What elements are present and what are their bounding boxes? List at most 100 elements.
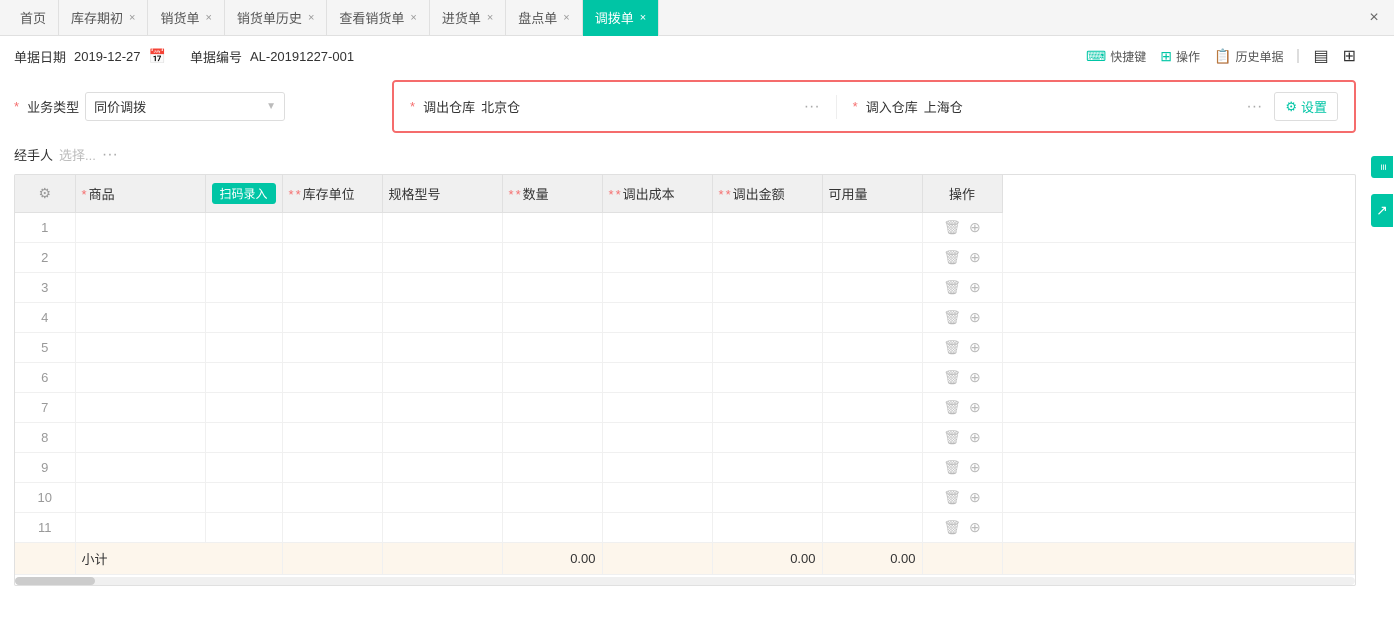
tab-sales-history[interactable]: 销货单历史 × — [225, 0, 327, 36]
form-header: 单据日期 2019-12-27 📅 单据编号 AL-20191227-001 ⌨… — [14, 46, 1356, 66]
tab-view-sales[interactable]: 查看销货单 × — [327, 0, 429, 36]
row-1-product[interactable] — [75, 213, 205, 243]
col-header-spec: 规格型号 — [382, 175, 502, 213]
row-9-copy-icon[interactable]: ⊕ — [969, 459, 981, 476]
row-7-delete-icon[interactable]: 🗑 — [943, 399, 961, 416]
row-1-amount[interactable] — [602, 213, 712, 243]
row-2-ops: 🗑⊕ — [922, 243, 1002, 273]
person-row: 经手人 选择... ··· — [14, 145, 1356, 164]
col-header-settings: ⚙ — [15, 175, 75, 213]
row-3-copy-icon[interactable]: ⊕ — [969, 279, 981, 296]
row-1-extra[interactable] — [822, 213, 922, 243]
scan-input-button[interactable]: 扫码录入 — [212, 183, 276, 204]
tab-sales-order-label: 销货单 — [160, 8, 199, 27]
subtotal-cost: 0.00 — [712, 543, 822, 575]
tab-transfer-label: 调拨单 — [595, 8, 634, 27]
row-7-ops: 🗑⊕ — [922, 393, 1002, 423]
close-all-tabs-button[interactable]: × — [1362, 6, 1386, 30]
person-select[interactable]: 选择... — [59, 145, 96, 164]
warehouse-out-more[interactable]: ··· — [804, 98, 820, 116]
row-1-unit[interactable] — [205, 213, 282, 243]
table-row: 7 🗑⊕ — [15, 393, 1355, 423]
warehouse-in-field: * 调入仓库 上海仓 — [853, 97, 1239, 116]
row-8-copy-icon[interactable]: ⊕ — [969, 429, 981, 446]
scroll-thumb[interactable] — [15, 577, 95, 585]
row-1-spec[interactable] — [282, 213, 382, 243]
person-more[interactable]: ··· — [102, 146, 118, 164]
settings-gear-icon: ⚙ — [1285, 99, 1297, 115]
date-label: 单据日期 — [14, 47, 66, 66]
row-4-delete-icon[interactable]: 🗑 — [943, 309, 961, 326]
row-1-delete-icon[interactable]: 🗑 — [943, 219, 961, 236]
grid-view-icon[interactable]: ▤ — [1313, 46, 1328, 66]
tab-transfer[interactable]: 调拨单 × — [583, 0, 659, 36]
tab-inventory-check[interactable]: 盘点单 × — [506, 0, 582, 36]
person-field: 经手人 选择... ··· — [14, 145, 118, 164]
tab-inventory-check-close[interactable]: × — [563, 12, 569, 24]
row-8-delete-icon[interactable]: 🗑 — [943, 429, 961, 446]
row-num-9: 9 — [15, 453, 75, 483]
settings-button[interactable]: ⚙ 设置 — [1274, 92, 1338, 121]
docnum-value: AL-20191227-001 — [250, 49, 354, 64]
row-1-available[interactable] — [712, 213, 822, 243]
tab-home[interactable]: 首页 — [8, 0, 59, 36]
table-row: 6 🗑⊕ — [15, 363, 1355, 393]
table-row: 3 🗑⊕ — [15, 273, 1355, 303]
row-10-copy-icon[interactable]: ⊕ — [969, 489, 981, 506]
tab-sales-history-close[interactable]: × — [308, 12, 314, 24]
subtotal-amount: 0.00 — [822, 543, 922, 575]
business-type-select[interactable]: 同价调拨 ▼ — [85, 92, 285, 121]
row-1-qty[interactable] — [382, 213, 502, 243]
row-5-copy-icon[interactable]: ⊕ — [969, 339, 981, 356]
history-button[interactable]: 📋 历史单据 — [1214, 48, 1283, 65]
horizontal-scrollbar[interactable] — [15, 577, 1355, 585]
calendar-icon[interactable]: 📅 — [149, 48, 166, 65]
warehouse-in-label: 调入仓库 — [866, 97, 918, 116]
table-body: 1 🗑 ⊕ — [15, 213, 1355, 575]
history-icon: 📋 — [1214, 48, 1231, 65]
tab-view-sales-close[interactable]: × — [410, 12, 416, 24]
row-6-delete-icon[interactable]: 🗑 — [943, 369, 961, 386]
sidebar-note-icon[interactable]: ≡ — [1371, 156, 1393, 178]
warehouse-out-label: 调出仓库 — [423, 97, 475, 116]
docnum-label: 单据编号 — [190, 47, 242, 66]
tab-purchase-close[interactable]: × — [487, 12, 493, 24]
row-3-delete-icon[interactable]: 🗑 — [943, 279, 961, 296]
row-2-delete-icon[interactable]: 🗑 — [943, 249, 961, 266]
list-view-icon[interactable]: ⊞ — [1343, 46, 1356, 66]
form-toolbar: ⌨ 快捷键 ⊞ 操作 📋 历史单据 ▤ ⊞ — [1086, 46, 1356, 66]
business-type-label: 业务类型 — [27, 97, 79, 116]
row-num-11: 11 — [15, 513, 75, 543]
shortcut-button[interactable]: ⌨ 快捷键 — [1086, 48, 1146, 65]
required-star-business: * — [14, 99, 19, 114]
row-5-delete-icon[interactable]: 🗑 — [943, 339, 961, 356]
operation-button[interactable]: ⊞ 操作 — [1160, 48, 1200, 65]
row-10-delete-icon[interactable]: 🗑 — [943, 489, 961, 506]
row-11-delete-icon[interactable]: 🗑 — [943, 519, 961, 536]
table-settings-icon[interactable]: ⚙ — [38, 185, 51, 201]
tab-sales-order[interactable]: 销货单 × — [148, 0, 224, 36]
warehouse-out-value: 北京仓 — [481, 97, 796, 116]
date-field: 单据日期 2019-12-27 📅 — [14, 47, 166, 66]
sidebar-expand-icon[interactable]: ↗ — [1371, 194, 1393, 227]
warehouse-in-more[interactable]: ··· — [1246, 98, 1262, 116]
row-7-copy-icon[interactable]: ⊕ — [969, 399, 981, 416]
page-layout: 首页 库存期初 × 销货单 × 销货单历史 × 查看销货单 × 进货单 × 盘点… — [0, 0, 1394, 634]
row-4-copy-icon[interactable]: ⊕ — [969, 309, 981, 326]
row-1-cost[interactable] — [502, 213, 602, 243]
tab-purchase[interactable]: 进货单 × — [430, 0, 506, 36]
row-11-ops: 🗑⊕ — [922, 513, 1002, 543]
row-9-delete-icon[interactable]: 🗑 — [943, 459, 961, 476]
tab-sales-order-close[interactable]: × — [205, 12, 211, 24]
row-11-copy-icon[interactable]: ⊕ — [969, 519, 981, 536]
required-star-out: * — [410, 99, 415, 114]
docnum-field: 单据编号 AL-20191227-001 — [190, 47, 354, 66]
row-1-copy-icon[interactable]: ⊕ — [969, 219, 981, 236]
tab-transfer-close[interactable]: × — [640, 12, 646, 24]
row-2-copy-icon[interactable]: ⊕ — [969, 249, 981, 266]
row-num-4: 4 — [15, 303, 75, 333]
tab-inventory-init[interactable]: 库存期初 × — [59, 0, 148, 36]
row-4-ops: 🗑⊕ — [922, 303, 1002, 333]
row-6-copy-icon[interactable]: ⊕ — [969, 369, 981, 386]
tab-inventory-init-close[interactable]: × — [129, 12, 135, 24]
